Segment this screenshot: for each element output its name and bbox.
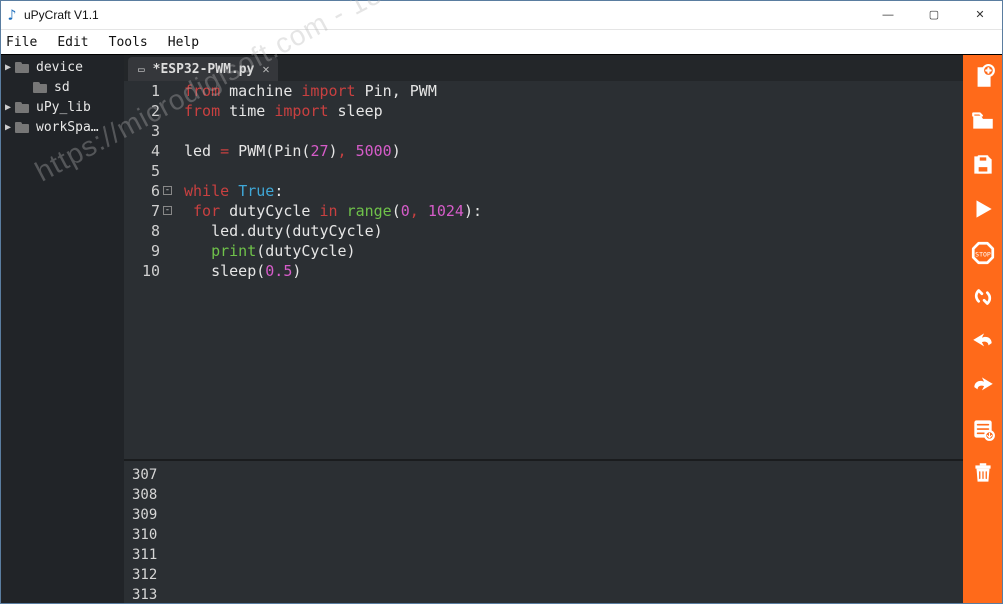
console-line: 310	[132, 525, 955, 545]
app-icon: ♪	[0, 0, 24, 30]
line-number: 8	[124, 221, 172, 241]
window-title: uPyCraft V1.1	[24, 8, 865, 22]
menu-file[interactable]: File	[6, 35, 37, 50]
menu-edit[interactable]: Edit	[57, 35, 88, 50]
expand-arrow-icon[interactable]: ▶	[2, 58, 14, 78]
window-controls: — ▢ ✕	[865, 0, 1003, 30]
code-line[interactable]: 7- for dutyCycle in range(0, 1024):	[124, 201, 963, 221]
code-line[interactable]: 3	[124, 121, 963, 141]
new-file-button[interactable]	[969, 63, 997, 91]
fold-toggle-icon[interactable]: -	[163, 206, 172, 215]
console-line: 311	[132, 545, 955, 565]
code-line[interactable]: 9 print(dutyCycle)	[124, 241, 963, 261]
code-text[interactable]: led = PWM(Pin(27), 5000)	[172, 141, 401, 161]
check-button[interactable]	[969, 415, 997, 443]
console-line: 309	[132, 505, 955, 525]
code-line[interactable]: 10 sleep(0.5)	[124, 261, 963, 281]
close-window-button[interactable]: ✕	[957, 0, 1003, 30]
line-number: 10	[124, 261, 172, 281]
code-text[interactable]	[172, 121, 184, 141]
svg-text:STOP: STOP	[975, 250, 991, 258]
tab-bar: ▭ *ESP32-PWM.py ✕	[124, 55, 963, 81]
redo-button[interactable]	[969, 371, 997, 399]
code-line[interactable]: 6-while True:	[124, 181, 963, 201]
folder-icon	[14, 102, 32, 115]
expand-arrow-icon[interactable]: ▶	[2, 98, 14, 118]
editor-tab[interactable]: ▭ *ESP32-PWM.py ✕	[128, 57, 278, 81]
tab-file-icon: ▭	[138, 63, 145, 76]
output-console[interactable]: 307308309310311312313	[124, 459, 963, 604]
main-area: ▶ devicesd ▶ uPy_lib ▶ workSpa… ▭ *ESP32-PWM.…	[0, 54, 1003, 604]
folder-icon	[14, 62, 32, 75]
line-number: 5	[124, 161, 172, 181]
code-line[interactable]: 1from machine import Pin, PWM	[124, 81, 963, 101]
save-button[interactable]	[969, 151, 997, 179]
folder-icon	[14, 122, 32, 135]
tree-node-device[interactable]: ▶ device	[0, 58, 124, 78]
folder-icon	[32, 82, 50, 95]
console-line: 313	[132, 585, 955, 604]
undo-button[interactable]	[969, 327, 997, 355]
line-number: 7-	[124, 201, 172, 221]
code-line[interactable]: 4led = PWM(Pin(27), 5000)	[124, 141, 963, 161]
open-folder-button[interactable]	[969, 107, 997, 135]
line-number: 9	[124, 241, 172, 261]
menubar: File Edit Tools Help	[0, 30, 1003, 54]
expand-arrow-icon[interactable]: ▶	[2, 118, 14, 138]
code-text[interactable]: from machine import Pin, PWM	[172, 81, 437, 101]
code-text[interactable]: for dutyCycle in range(0, 1024):	[172, 201, 482, 221]
tree-node-uPy_lib[interactable]: ▶ uPy_lib	[0, 98, 124, 118]
tree-node-sd[interactable]: sd	[0, 78, 124, 98]
code-line[interactable]: 8 led.duty(dutyCycle)	[124, 221, 963, 241]
right-toolbar: STOP	[963, 55, 1003, 604]
file-tree: ▶ devicesd ▶ uPy_lib ▶ workSpa…	[0, 55, 124, 604]
tree-label: uPy_lib	[36, 98, 91, 118]
code-text[interactable]: print(dutyCycle)	[172, 241, 356, 261]
editor-area: ▭ *ESP32-PWM.py ✕ 1from machine import P…	[124, 55, 963, 604]
minimize-button[interactable]: —	[865, 0, 911, 30]
tab-filename: *ESP32-PWM.py	[153, 62, 255, 77]
line-number: 1	[124, 81, 172, 101]
tree-label: sd	[54, 78, 70, 98]
code-line[interactable]: 2from time import sleep	[124, 101, 963, 121]
stop-button[interactable]: STOP	[969, 239, 997, 267]
fold-toggle-icon[interactable]: -	[163, 186, 172, 195]
console-line: 312	[132, 565, 955, 585]
tree-label: workSpa…	[36, 118, 99, 138]
code-text[interactable]	[172, 161, 184, 181]
menu-help[interactable]: Help	[168, 35, 199, 50]
line-number: 6-	[124, 181, 172, 201]
titlebar: ♪ uPyCraft V1.1 — ▢ ✕	[0, 0, 1003, 30]
code-editor[interactable]: 1from machine import Pin, PWM2from time …	[124, 81, 963, 459]
tree-node-workSpa[interactable]: ▶ workSpa…	[0, 118, 124, 138]
run-button[interactable]	[969, 195, 997, 223]
line-number: 2	[124, 101, 172, 121]
code-line[interactable]: 5	[124, 161, 963, 181]
console-line: 308	[132, 485, 955, 505]
code-text[interactable]: led.duty(dutyCycle)	[172, 221, 383, 241]
menu-tools[interactable]: Tools	[109, 35, 148, 50]
code-text[interactable]: from time import sleep	[172, 101, 383, 121]
connect-button[interactable]	[969, 283, 997, 311]
console-line: 307	[132, 465, 955, 485]
code-text[interactable]: while True:	[172, 181, 283, 201]
line-number: 3	[124, 121, 172, 141]
maximize-button[interactable]: ▢	[911, 0, 957, 30]
delete-button[interactable]	[969, 459, 997, 487]
tab-close-icon[interactable]: ✕	[262, 62, 269, 76]
code-text[interactable]: sleep(0.5)	[172, 261, 301, 281]
tree-label: device	[36, 58, 83, 78]
line-number: 4	[124, 141, 172, 161]
